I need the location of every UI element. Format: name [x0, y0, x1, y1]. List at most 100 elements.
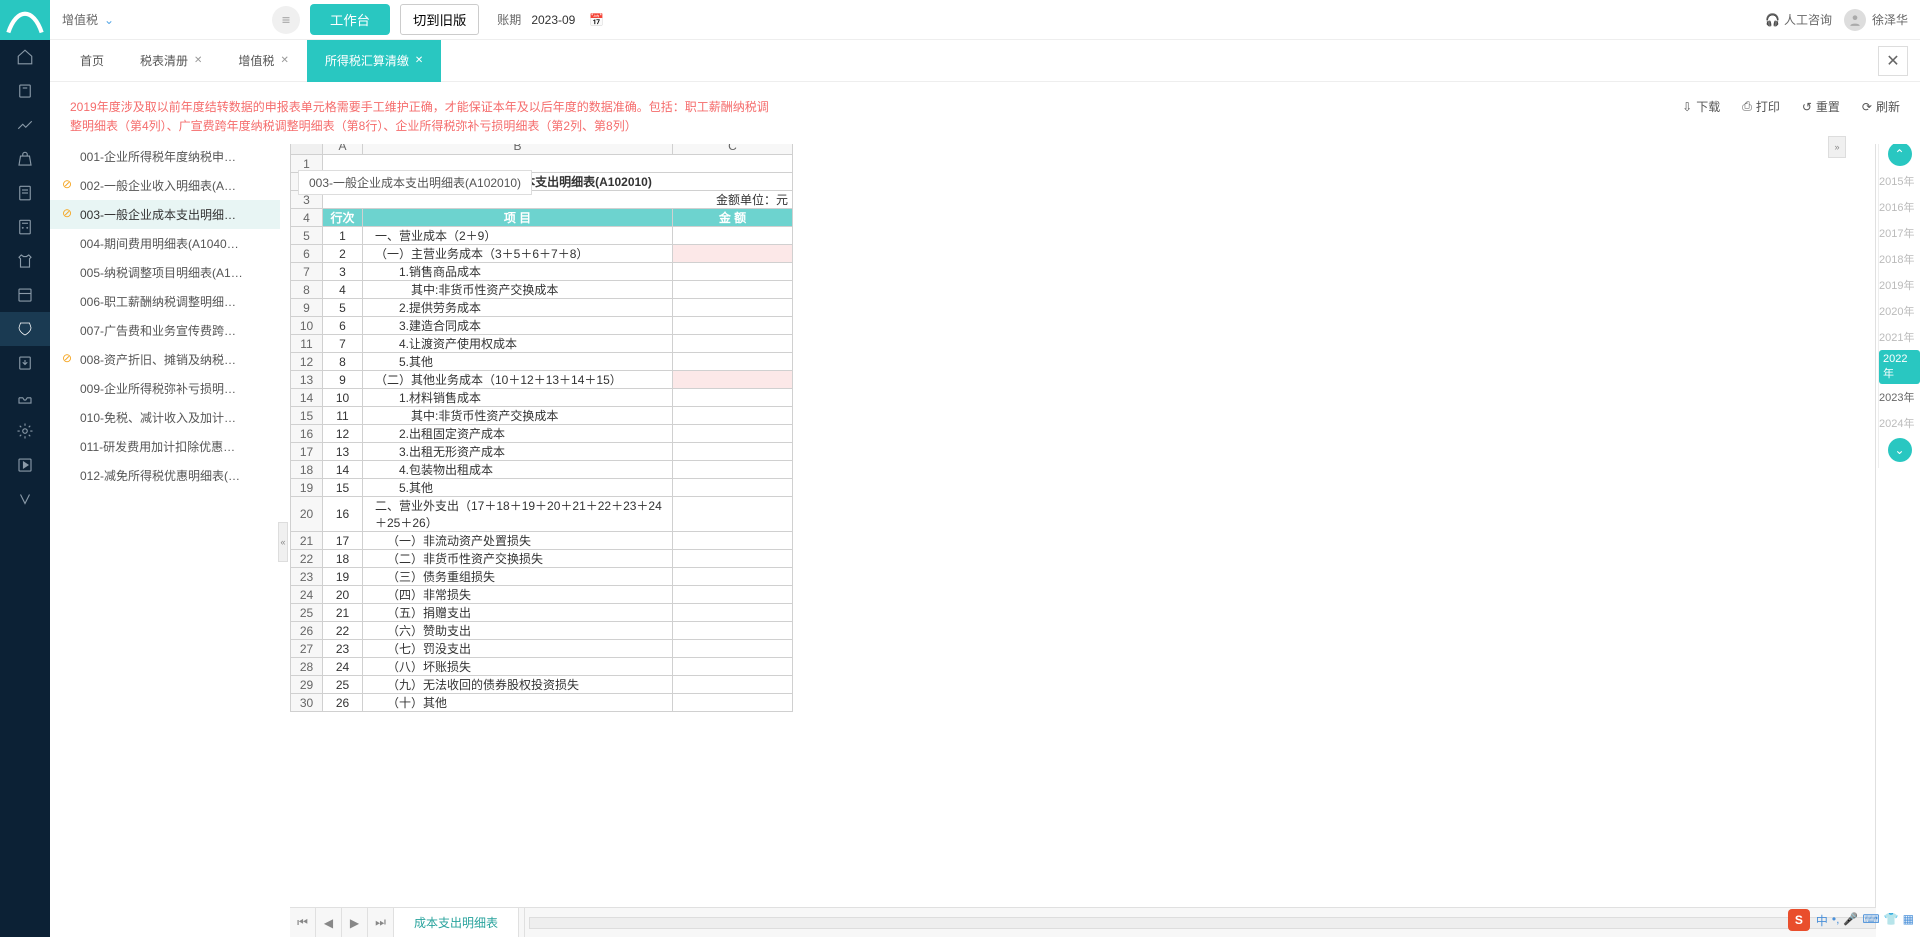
sheet-list-item[interactable]: 010-免税、减计收入及加计…	[50, 403, 280, 432]
table-row[interactable]: 19155.其他	[291, 479, 793, 497]
sheet-list-item[interactable]: 012-减免所得税优惠明细表(…	[50, 461, 280, 490]
year-option[interactable]: 2024年	[1879, 410, 1920, 436]
nav-export-icon[interactable]	[0, 346, 50, 380]
table-row[interactable]: 84其中:非货币性资产交换成本	[291, 281, 793, 299]
nav-shirt-icon[interactable]	[0, 244, 50, 278]
switch-old-button[interactable]: 切到旧版	[400, 4, 479, 35]
ime-logo-icon[interactable]: S	[1788, 909, 1810, 931]
close-all-tabs-button[interactable]: ✕	[1878, 46, 1908, 76]
nav-play-icon[interactable]	[0, 448, 50, 482]
table-row[interactable]: 2723（七）罚没支出	[291, 640, 793, 658]
ime-toolbox-icon[interactable]: ▦	[1903, 912, 1914, 929]
horizontal-scrollbar[interactable]	[529, 917, 1876, 929]
collapse-handle[interactable]: «	[278, 522, 288, 562]
user-menu[interactable]: 徐泽华	[1844, 9, 1908, 31]
year-option[interactable]: 2019年	[1879, 272, 1920, 298]
year-scroll-up[interactable]: ⌃	[1888, 142, 1912, 166]
table-row[interactable]: 2016二、营业外支出（17＋18＋19＋20＋21＋22＋23＋24＋25＋2…	[291, 497, 793, 532]
sheet-nav-last[interactable]: ⏭	[368, 908, 394, 937]
nav-calc-icon[interactable]	[0, 210, 50, 244]
table-row[interactable]: 139（二）其他业务成本（10＋12＋13＋14＋15）	[291, 371, 793, 389]
table-row[interactable]: 1285.其他	[291, 353, 793, 371]
sheet-list-item[interactable]: 002-一般企业收入明细表(A…	[50, 171, 280, 200]
table-row[interactable]: 16122.出租固定资产成本	[291, 425, 793, 443]
ime-keyboard-icon[interactable]: ⌨	[1862, 912, 1879, 929]
tab-1[interactable]: 税表清册✕	[122, 40, 220, 82]
table-row[interactable]: 2925（九）无法收回的债券股权投资损失	[291, 676, 793, 694]
print-button[interactable]: ⎙打印	[1742, 98, 1780, 115]
workspace-button[interactable]: 工作台	[310, 4, 390, 35]
table-row[interactable]: 18144.包装物出租成本	[291, 461, 793, 479]
table-row[interactable]: 2622（六）赞助支出	[291, 622, 793, 640]
year-option[interactable]: 2022年	[1879, 350, 1920, 384]
consult-link[interactable]: 🎧 人工咨询	[1765, 11, 1832, 28]
nav-bag-icon[interactable]	[0, 142, 50, 176]
table-row[interactable]: 2521（五）捐赠支出	[291, 604, 793, 622]
calendar-icon[interactable]: 📅	[589, 13, 604, 27]
year-scroll-down[interactable]: ⌄	[1888, 438, 1912, 462]
sheet-list-item[interactable]: 004-期间费用明细表(A1040…	[50, 229, 280, 258]
sheet-list-item[interactable]: 008-资产折旧、摊销及纳税…	[50, 345, 280, 374]
ime-mic-icon[interactable]: 🎤	[1843, 912, 1858, 929]
sheet-list-item[interactable]: 011-研发费用加计扣除优惠…	[50, 432, 280, 461]
table-row[interactable]: 2218（二）非货币性资产交换损失	[291, 550, 793, 568]
nav-v-icon[interactable]	[0, 482, 50, 516]
expand-arrow-icon[interactable]: »	[1828, 136, 1846, 158]
table-row[interactable]: 2824（八）坏账损失	[291, 658, 793, 676]
ime-lang[interactable]: 中	[1816, 912, 1828, 929]
tab-3[interactable]: 所得税汇算清缴✕	[307, 40, 441, 82]
year-option[interactable]: 2018年	[1879, 246, 1920, 272]
year-option[interactable]: 2021年	[1879, 324, 1920, 350]
year-option[interactable]: 2015年	[1879, 168, 1920, 194]
ime-punct-icon[interactable]: •,	[1832, 912, 1840, 929]
table-row[interactable]: 2420（四）非常损失	[291, 586, 793, 604]
sheet-nav-next[interactable]: ▶	[342, 908, 368, 937]
year-option[interactable]: 2016年	[1879, 194, 1920, 220]
sheet-nav-first[interactable]: ⏮	[290, 908, 316, 937]
ime-skin-icon[interactable]: 👕	[1884, 912, 1899, 929]
sheet-list-item[interactable]: 006-职工薪酬纳税调整明细…	[50, 287, 280, 316]
sheet-nav-prev[interactable]: ◀	[316, 908, 342, 937]
tab-2[interactable]: 增值税✕	[220, 40, 306, 82]
nav-tax-icon[interactable]	[0, 312, 50, 346]
download-button[interactable]: ⇩下载	[1682, 98, 1720, 115]
year-option[interactable]: 2017年	[1879, 220, 1920, 246]
sheet-list-item[interactable]: 003-一般企业成本支出明细…	[50, 200, 280, 229]
sheet-list-item[interactable]: 009-企业所得税弥补亏损明…	[50, 374, 280, 403]
table-row[interactable]: 2319（三）债务重组损失	[291, 568, 793, 586]
round-menu-button[interactable]	[272, 6, 300, 34]
close-icon[interactable]: ✕	[415, 55, 423, 66]
close-icon[interactable]: ✕	[194, 55, 202, 66]
refresh-button[interactable]: ⟳刷新	[1862, 98, 1900, 115]
year-option[interactable]: 2023年	[1879, 384, 1920, 410]
nav-doc-icon[interactable]	[0, 176, 50, 210]
tab-0[interactable]: 首页	[62, 40, 122, 82]
sheet-list-item[interactable]: 007-广告费和业务宣传费跨…	[50, 316, 280, 345]
nav-inbox-icon[interactable]	[0, 380, 50, 414]
table-row[interactable]: 1063.建造合同成本	[291, 317, 793, 335]
table-row[interactable]: 17133.出租无形资产成本	[291, 443, 793, 461]
nav-book-icon[interactable]	[0, 74, 50, 108]
table-row[interactable]: 731.销售商品成本	[291, 263, 793, 281]
year-option[interactable]: 2020年	[1879, 298, 1920, 324]
table-row[interactable]: 14101.材料销售成本	[291, 389, 793, 407]
sheet-list-item[interactable]: 001-企业所得税年度纳税申…	[50, 142, 280, 171]
nav-dashboard-icon[interactable]	[0, 278, 50, 312]
close-icon[interactable]: ✕	[280, 55, 288, 66]
app-logo[interactable]	[0, 0, 50, 40]
table-row[interactable]: 1511其中:非货币性资产交换成本	[291, 407, 793, 425]
company-selector[interactable]: 增值税 ⌄	[62, 11, 262, 28]
table-row[interactable]: 3026（十）其他	[291, 694, 793, 712]
table-row[interactable]: 952.提供劳务成本	[291, 299, 793, 317]
nav-home-icon[interactable]	[0, 40, 50, 74]
sheet-list-item[interactable]: 005-纳税调整项目明细表(A1…	[50, 258, 280, 287]
nav-settings-icon[interactable]	[0, 414, 50, 448]
table-row[interactable]: 2117（一）非流动资产处置损失	[291, 532, 793, 550]
table-row[interactable]: 1174.让渡资产使用权成本	[291, 335, 793, 353]
table-row[interactable]: 62（一）主营业务成本（3＋5＋6＋7＋8）	[291, 245, 793, 263]
sheet-tab[interactable]: 成本支出明细表	[394, 908, 519, 937]
table-row[interactable]: 51一、营业成本（2＋9）	[291, 227, 793, 245]
spreadsheet-grid[interactable]: 003-一般企业成本支出明细表(A102010) ABC12一般企业成本支出明细…	[290, 136, 1876, 907]
nav-chart-icon[interactable]	[0, 108, 50, 142]
reset-button[interactable]: ↺重置	[1802, 98, 1840, 115]
